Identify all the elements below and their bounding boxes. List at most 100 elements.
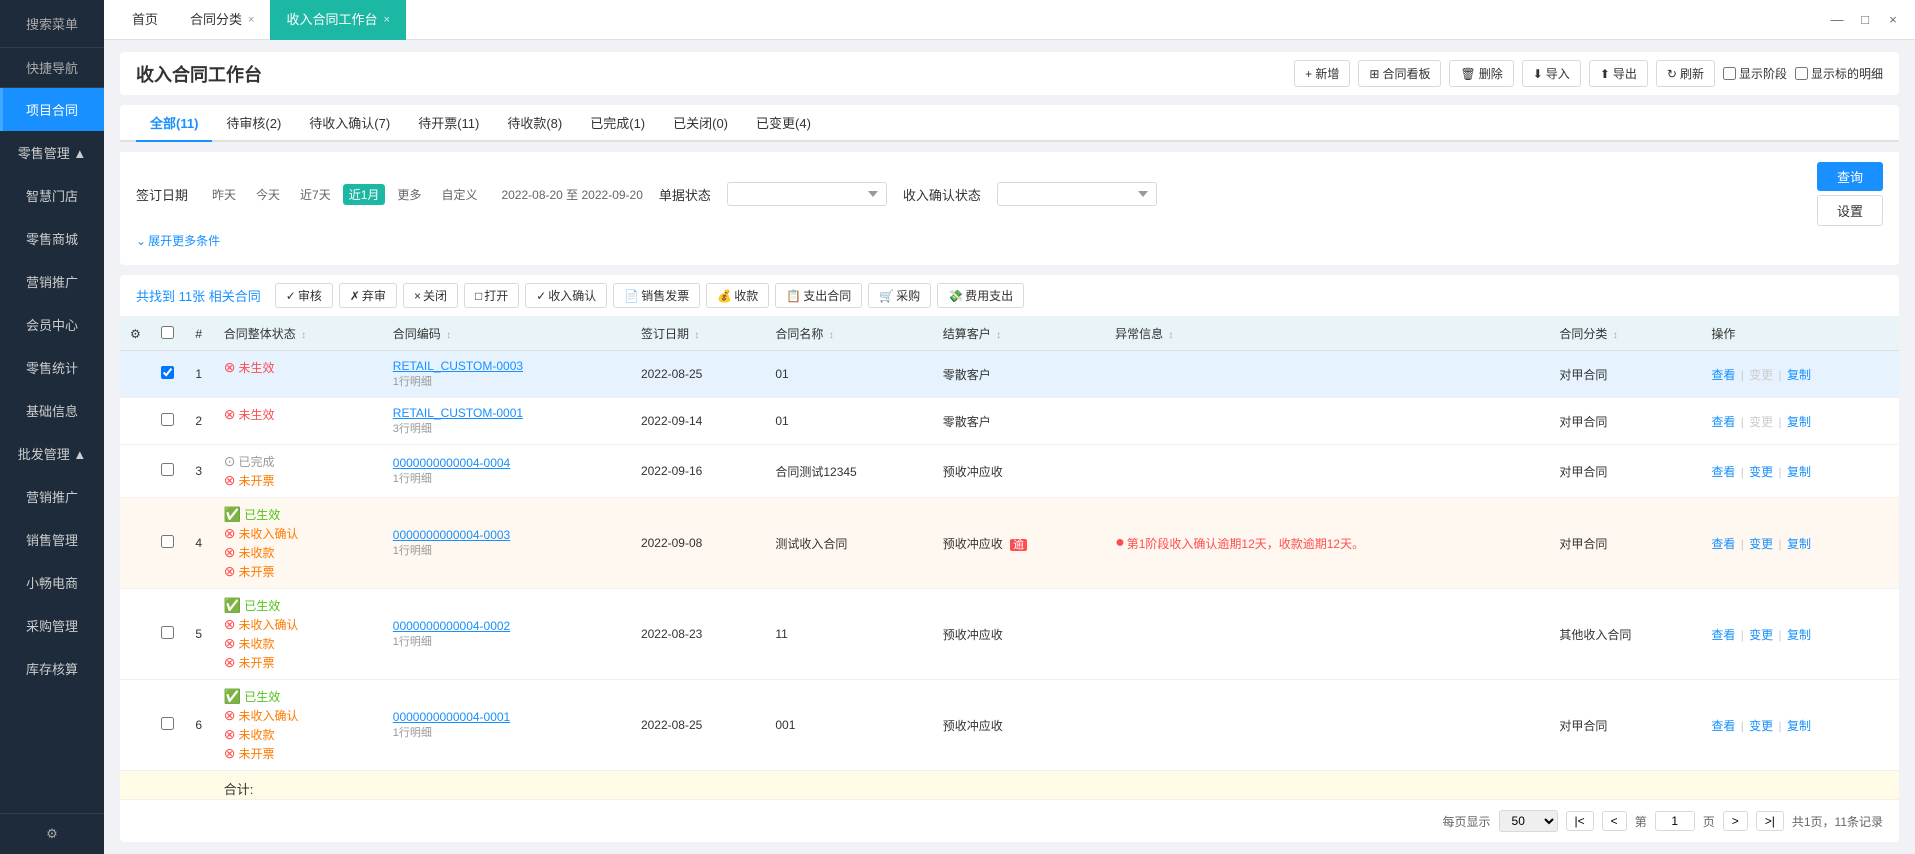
date-custom[interactable]: 自定义 — [433, 184, 485, 205]
row6-check[interactable] — [151, 680, 184, 771]
row5-check[interactable] — [151, 589, 184, 680]
row2-check[interactable] — [151, 398, 184, 445]
first-page-btn[interactable]: |< — [1566, 811, 1594, 831]
row2-view-btn[interactable]: 查看 — [1711, 415, 1735, 429]
sidebar-item-inventory[interactable]: 库存核算 — [0, 647, 104, 690]
row6-view-btn[interactable]: 查看 — [1711, 719, 1735, 733]
sub-tab-closed[interactable]: 已关闭(0) — [659, 105, 742, 140]
row4-copy-btn[interactable]: 复制 — [1787, 537, 1811, 551]
income-confirm-select[interactable] — [997, 182, 1157, 206]
doc-status-select[interactable] — [727, 182, 887, 206]
sub-tab-pending-income-confirm[interactable]: 待收入确认(7) — [295, 105, 404, 140]
minimize-btn[interactable]: — — [1827, 10, 1847, 30]
add-button[interactable]: + 新增 — [1294, 60, 1350, 87]
sidebar-item-marketing[interactable]: 营销推广 — [0, 260, 104, 303]
row1-check[interactable] — [151, 351, 184, 398]
date-last1month[interactable]: 近1月 — [343, 184, 386, 205]
action-purchase-btn[interactable]: 🛒 采购 — [868, 283, 931, 308]
row6-change-btn[interactable]: 变更 — [1749, 719, 1773, 733]
action-review-btn[interactable]: ✓ 审核 — [275, 283, 333, 308]
page-size-select[interactable]: 50 100 200 — [1499, 810, 1558, 832]
row5-code-link[interactable]: 0000000000004-0002 — [393, 619, 621, 633]
action-collect-btn[interactable]: 💰 收款 — [706, 283, 769, 308]
delete-button[interactable]: 🗑 删除 — [1449, 60, 1513, 87]
row4-change-btn[interactable]: 变更 — [1749, 537, 1773, 551]
page-input[interactable] — [1655, 811, 1695, 831]
prev-page-btn[interactable]: < — [1602, 811, 1627, 831]
row3-copy-btn[interactable]: 复制 — [1787, 465, 1811, 479]
contract-board-button[interactable]: ⊞ 合同看板 — [1358, 60, 1441, 87]
sidebar-item-ecommerce[interactable]: 小畅电商 — [0, 561, 104, 604]
query-button[interactable]: 查询 — [1817, 162, 1883, 191]
row4-code-link[interactable]: 0000000000004-0003 — [393, 528, 621, 542]
row3-change-btn[interactable]: 变更 — [1749, 465, 1773, 479]
tab-contract-category[interactable]: 合同分类 × — [174, 0, 270, 40]
setting-button[interactable]: 设置 — [1817, 195, 1883, 226]
close-btn[interactable]: × — [1883, 10, 1903, 30]
date-yesterday[interactable]: 昨天 — [204, 184, 244, 205]
action-close-btn[interactable]: × 关闭 — [403, 283, 458, 308]
row4-view-btn[interactable]: 查看 — [1711, 537, 1735, 551]
sub-tab-changed[interactable]: 已变更(4) — [742, 105, 825, 140]
sidebar-item-retail-mgmt[interactable]: 零售管理 ▲ — [0, 131, 104, 174]
export-button[interactable]: ⬆ 导出 — [1589, 60, 1648, 87]
row6-copy-btn[interactable]: 复制 — [1787, 719, 1811, 733]
row1-code-link[interactable]: RETAIL_CUSTOM-0003 — [393, 359, 621, 373]
row1-copy-btn[interactable]: 复制 — [1787, 368, 1811, 382]
sub-tab-pending-invoice[interactable]: 待开票(11) — [404, 105, 493, 140]
row4-check[interactable] — [151, 498, 184, 589]
col-gear[interactable]: ⚙ — [120, 317, 151, 351]
row1-view-btn[interactable]: 查看 — [1711, 368, 1735, 382]
sub-tab-pending-collection[interactable]: 待收款(8) — [493, 105, 576, 140]
row5-abnormal — [1105, 589, 1549, 680]
sidebar-item-wholesale[interactable]: 批发管理 ▲ — [0, 432, 104, 475]
row5-copy-btn[interactable]: 复制 — [1787, 628, 1811, 642]
action-sales-invoice-btn[interactable]: 📄 销售发票 — [613, 283, 700, 308]
next-page-btn[interactable]: > — [1723, 811, 1748, 831]
row6-code-link[interactable]: 0000000000004-0001 — [393, 710, 621, 724]
sub-tab-completed[interactable]: 已完成(1) — [576, 105, 659, 140]
show-stages-checkbox[interactable]: 显示阶段 — [1723, 65, 1787, 82]
sidebar-quick-nav[interactable]: 快捷导航 — [0, 48, 104, 88]
action-abandon-review-btn[interactable]: ✗ 弃审 — [339, 283, 397, 308]
action-open-btn[interactable]: □ 打开 — [464, 283, 519, 308]
show-labels-checkbox[interactable]: 显示标的明细 — [1795, 65, 1883, 82]
import-button[interactable]: ⬇ 导入 — [1522, 60, 1581, 87]
close-contract-category[interactable]: × — [248, 0, 254, 40]
action-income-confirm-btn[interactable]: ✓ 收入确认 — [525, 283, 607, 308]
date-more[interactable]: 更多 — [389, 184, 429, 205]
row2-code-link[interactable]: RETAIL_CUSTOM-0001 — [393, 406, 621, 420]
page-suffix: 页 — [1703, 813, 1715, 830]
sidebar-item-retail-stats[interactable]: 零售统计 — [0, 346, 104, 389]
row3-code-link[interactable]: 0000000000004-0004 — [393, 456, 621, 470]
sidebar-item-project-contract[interactable]: 项目合同 — [0, 88, 104, 131]
action-expense-btn[interactable]: 💸 费用支出 — [937, 283, 1024, 308]
row2-copy-btn[interactable]: 复制 — [1787, 415, 1811, 429]
date-last7days[interactable]: 近7天 — [292, 184, 339, 205]
refresh-button[interactable]: ↻ 刷新 — [1656, 60, 1715, 87]
sidebar-item-member[interactable]: 会员中心 — [0, 303, 104, 346]
sidebar-item-basic-info[interactable]: 基础信息 — [0, 389, 104, 432]
date-today[interactable]: 今天 — [248, 184, 288, 205]
sidebar-search[interactable]: 搜索菜单 — [0, 0, 104, 48]
row3-check[interactable] — [151, 445, 184, 498]
tab-home[interactable]: 首页 — [116, 0, 174, 40]
close-income-contract[interactable]: × — [383, 0, 389, 40]
expand-conditions-btn[interactable]: ⌄ 展开更多条件 — [136, 232, 220, 249]
row5-view-btn[interactable]: 查看 — [1711, 628, 1735, 642]
sidebar-item-retail-mall[interactable]: 零售商城 — [0, 217, 104, 260]
row3-view-btn[interactable]: 查看 — [1711, 465, 1735, 479]
sidebar-item-sales[interactable]: 销售管理 — [0, 518, 104, 561]
tab-income-contract[interactable]: 收入合同工作台 × — [270, 0, 405, 40]
maximize-btn[interactable]: □ — [1855, 10, 1875, 30]
sidebar-item-purchase[interactable]: 采购管理 — [0, 604, 104, 647]
sidebar-settings[interactable]: ⚙ — [0, 813, 104, 854]
sub-tab-pending-review[interactable]: 待审核(2) — [212, 105, 295, 140]
sidebar-item-smart-store[interactable]: 智慧门店 — [0, 174, 104, 217]
sidebar-item-marketing2[interactable]: 营销推广 — [0, 475, 104, 518]
action-expense-contract-btn[interactable]: 📋 支出合同 — [775, 283, 862, 308]
col-check-all[interactable] — [151, 317, 184, 351]
sub-tab-all[interactable]: 全部(11) — [136, 105, 212, 140]
last-page-btn[interactable]: >| — [1756, 811, 1784, 831]
row5-change-btn[interactable]: 变更 — [1749, 628, 1773, 642]
